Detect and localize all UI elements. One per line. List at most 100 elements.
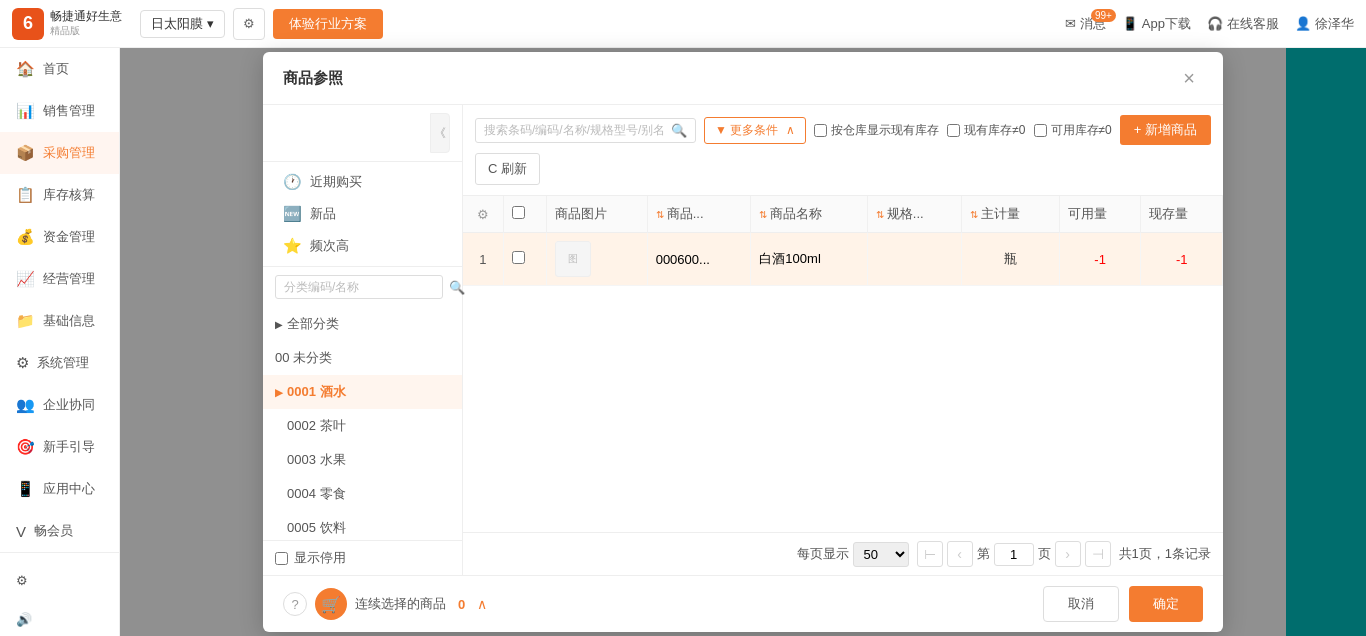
footer-right: 取消 确定: [1043, 586, 1203, 622]
new-icon: 🆕: [283, 205, 302, 223]
sidebar: 🏠 首页 📊 销售管理 📦 采购管理 📋 库存核算 💰 资金管理 📈 经营管理 …: [0, 48, 120, 636]
sidebar-item-member[interactable]: V 畅会员: [0, 510, 119, 552]
home-icon: 🏠: [16, 60, 35, 78]
sidebar-item-inventory[interactable]: 📋 库存核算: [0, 174, 119, 216]
show-disabled-checkbox[interactable]: [275, 552, 288, 565]
th-unit[interactable]: ⇅ 主计量: [962, 196, 1060, 233]
more-filter-btn[interactable]: ▼ 更多条件 ∧: [704, 117, 806, 144]
page-label: 第: [977, 545, 990, 563]
per-page-select[interactable]: 10 20 50 100: [853, 542, 909, 567]
last-page-btn[interactable]: ⊣: [1085, 541, 1111, 567]
th-name[interactable]: ⇅ 商品名称: [751, 196, 868, 233]
row-available-cell: -1: [1059, 233, 1141, 286]
headset-icon: 🎧: [1207, 16, 1223, 31]
operation-icon: 📈: [16, 270, 35, 288]
top-nav: 6 畅捷通好生意 精品版 日太阳膜 ▾ ⚙ 体验行业方案 ✉ 消息 99+ 📱 …: [0, 0, 1366, 48]
continuous-select-label: 连续选择的商品: [355, 595, 446, 613]
prev-page-btn[interactable]: ‹: [947, 541, 973, 567]
pagination-bar: 每页显示 10 20 50 100 ⊢ ‹: [463, 532, 1223, 575]
category-0005[interactable]: 0005 饮料: [263, 511, 462, 540]
trial-btn[interactable]: 体验行业方案: [273, 9, 383, 39]
cancel-btn[interactable]: 取消: [1043, 586, 1119, 622]
online-service-btn[interactable]: 🎧 在线客服: [1207, 15, 1279, 33]
current-stock-checkbox[interactable]: 现有库存≠0: [947, 122, 1025, 139]
th-available[interactable]: 可用量: [1059, 196, 1141, 233]
product-modal: 商品参照 × 《 🕐 近期购买: [263, 52, 1223, 632]
logo: 6 畅捷通好生意 精品版: [12, 8, 132, 40]
select-all-checkbox[interactable]: [512, 206, 525, 219]
filter-bar: 🔍 ▼ 更多条件 ∧ 按仓库显示现有库存: [463, 105, 1223, 196]
th-code[interactable]: ⇅ 商品...: [647, 196, 751, 233]
modal-title: 商品参照: [283, 69, 343, 88]
settings-icon[interactable]: ⚙: [233, 8, 265, 40]
sidebar-item-home[interactable]: 🏠 首页: [0, 48, 119, 90]
sidebar-item-basic[interactable]: 📁 基础信息: [0, 300, 119, 342]
sidebar-item-sales[interactable]: 📊 销售管理: [0, 90, 119, 132]
quick-item-recent-label: 近期购买: [310, 173, 362, 191]
sidebar-item-finance[interactable]: 💰 资金管理: [0, 216, 119, 258]
quick-item-recent[interactable]: 🕐 近期购买: [263, 166, 462, 198]
page-nav: ⊢ ‹ 第 页 › ⊣: [917, 541, 1111, 567]
warehouse-stock-label: 按仓库显示现有库存: [831, 122, 939, 139]
category-0001[interactable]: ▶ 0001 酒水: [263, 375, 462, 409]
sidebar-item-apps[interactable]: 📱 应用中心: [0, 468, 119, 510]
collapse-left-btn[interactable]: 《: [430, 113, 450, 153]
table-row[interactable]: 1 图 000600... 白酒100ml 瓶: [463, 233, 1223, 286]
refresh-btn[interactable]: C 刷新: [475, 153, 540, 185]
product-search-field: 🔍: [475, 118, 696, 143]
sidebar-item-system[interactable]: ⚙ 系统管理: [0, 342, 119, 384]
th-checkbox[interactable]: [503, 196, 547, 233]
category-all[interactable]: ▶ 全部分类: [263, 307, 462, 341]
warehouse-stock-checkbox[interactable]: 按仓库显示现有库存: [814, 122, 939, 139]
category-0002[interactable]: 0002 茶叶: [263, 409, 462, 443]
sidebar-item-enterprise[interactable]: 👥 企业协同: [0, 384, 119, 426]
category-search-input[interactable]: [275, 275, 443, 299]
messages-btn[interactable]: ✉ 消息 99+: [1065, 15, 1106, 33]
row-code-cell: 000600...: [647, 233, 751, 286]
sidebar-label-sales: 销售管理: [43, 102, 95, 120]
sidebar-settings-btn[interactable]: ⚙: [0, 561, 119, 600]
th-gear[interactable]: ⚙: [463, 196, 503, 233]
next-page-btn[interactable]: ›: [1055, 541, 1081, 567]
sidebar-item-guide[interactable]: 🎯 新手引导: [0, 426, 119, 468]
main-layout: 🏠 首页 📊 销售管理 📦 采购管理 📋 库存核算 💰 资金管理 📈 经营管理 …: [0, 48, 1366, 636]
sidebar-volume-btn[interactable]: 🔊: [0, 600, 119, 636]
search-icon[interactable]: 🔍: [671, 123, 687, 138]
cart-icon[interactable]: 🛒: [315, 588, 347, 620]
available-stock-label: 可用库存≠0: [1051, 122, 1112, 139]
sidebar-item-purchase[interactable]: 📦 采购管理: [0, 132, 119, 174]
available-stock-checkbox[interactable]: 可用库存≠0: [1034, 122, 1112, 139]
category-00[interactable]: 00 未分类: [263, 341, 462, 375]
product-table-container: ⚙ 商品图片 ⇅ 商品...: [463, 196, 1223, 532]
add-product-btn[interactable]: + 新增商品: [1120, 115, 1211, 145]
volume-icon: 🔊: [16, 612, 32, 627]
select-count: 0: [458, 597, 465, 612]
app-download-btn[interactable]: 📱 App下载: [1122, 15, 1191, 33]
th-spec[interactable]: ⇅ 规格...: [867, 196, 961, 233]
sidebar-label-enterprise: 企业协同: [43, 396, 95, 414]
quick-item-frequent[interactable]: ⭐ 频次高: [263, 230, 462, 262]
product-search-input[interactable]: [484, 123, 667, 137]
nav-selector[interactable]: 日太阳膜 ▾: [140, 10, 225, 38]
confirm-btn[interactable]: 确定: [1129, 586, 1203, 622]
modal-close-btn[interactable]: ×: [1175, 64, 1203, 92]
page-input[interactable]: [994, 543, 1034, 566]
purchase-icon: 📦: [16, 144, 35, 162]
help-icon[interactable]: ?: [283, 592, 307, 616]
row-stock-cell: -1: [1141, 233, 1223, 286]
category-0004[interactable]: 0004 零食: [263, 477, 462, 511]
user-avatar[interactable]: 👤 徐泽华: [1295, 15, 1354, 33]
sidebar-bottom: ⚙ 🔊: [0, 552, 119, 636]
collapse-up-icon[interactable]: ∧: [477, 596, 487, 612]
sidebar-item-operation[interactable]: 📈 经营管理: [0, 258, 119, 300]
per-page-label: 每页显示: [797, 545, 849, 563]
content-area: 商品参照 × 《 🕐 近期购买: [120, 48, 1366, 636]
row-checkbox[interactable]: [512, 251, 525, 264]
modal-overlay: 商品参照 × 《 🕐 近期购买: [120, 48, 1366, 636]
first-page-btn[interactable]: ⊢: [917, 541, 943, 567]
star-icon: ⭐: [283, 237, 302, 255]
quick-item-new[interactable]: 🆕 新品: [263, 198, 462, 230]
category-0003[interactable]: 0003 水果: [263, 443, 462, 477]
row-image-cell: 图: [547, 233, 647, 286]
row-checkbox-cell[interactable]: [503, 233, 547, 286]
